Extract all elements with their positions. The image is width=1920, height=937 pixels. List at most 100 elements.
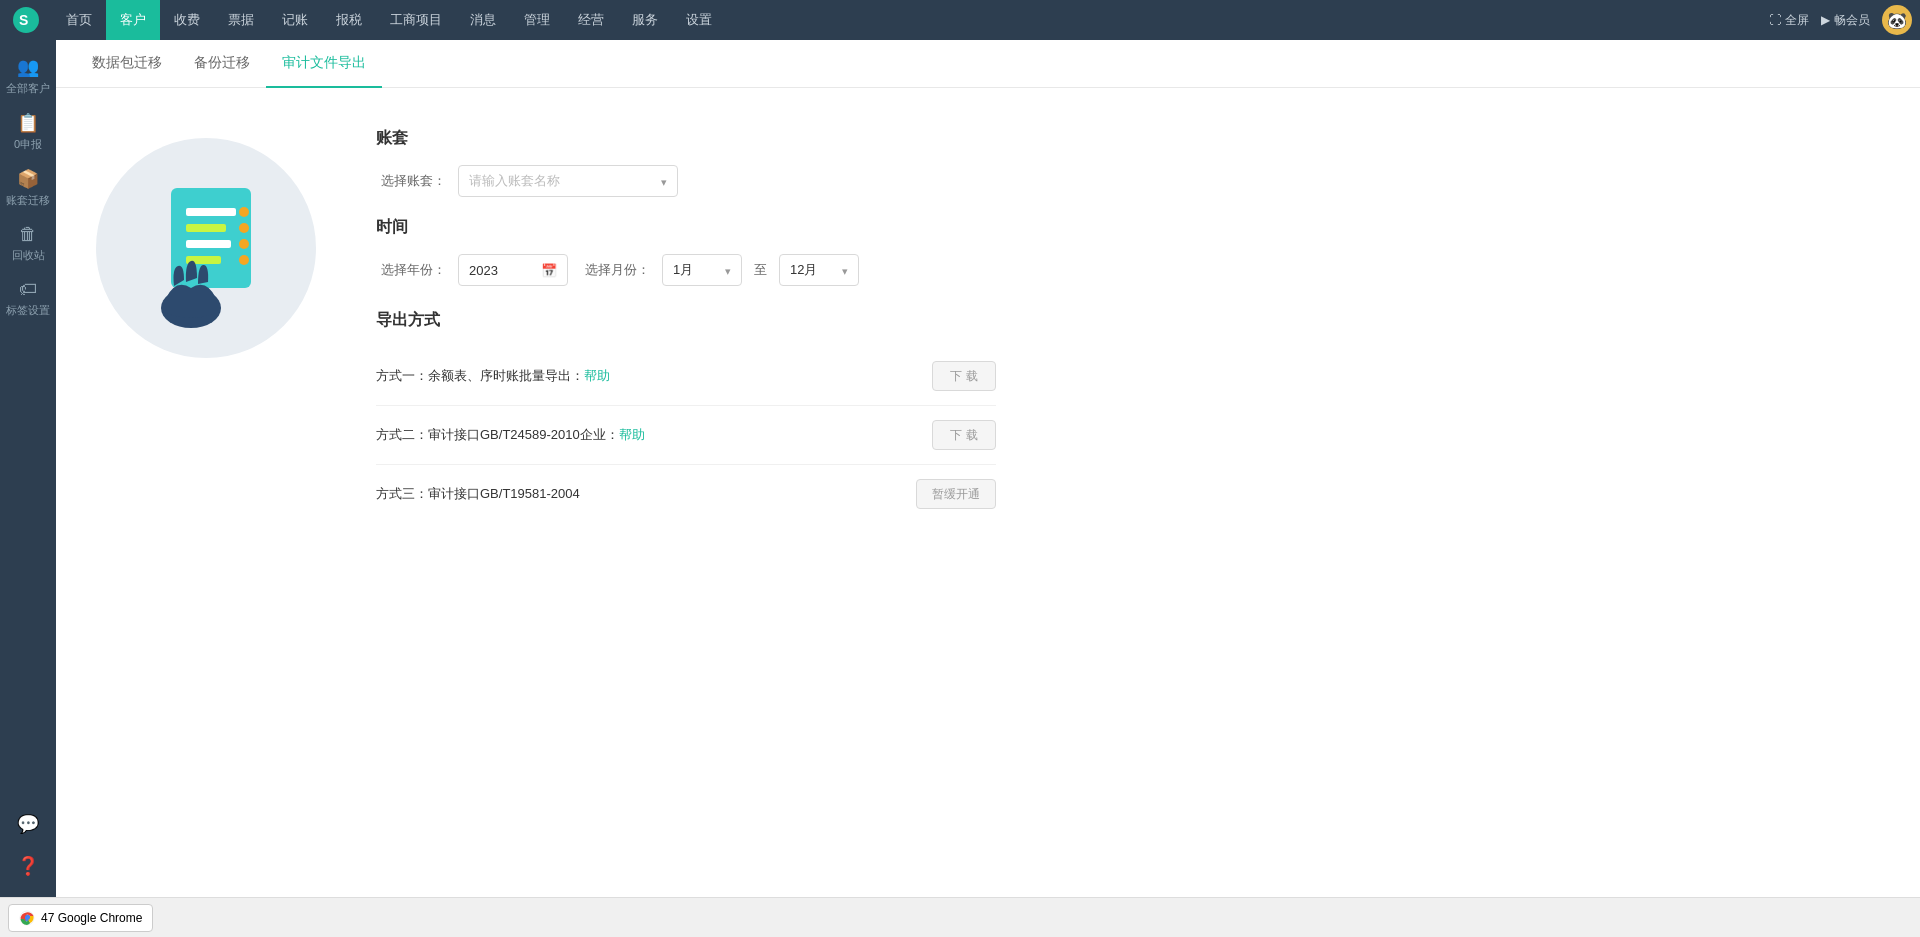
nav-client[interactable]: 客户: [106, 0, 160, 40]
main-layout: 👥 全部客户 📋 0申报 📦 账套迁移 🗑 回收站 🏷 标签设置 💬 ❓: [0, 40, 1920, 897]
svg-point-7: [239, 207, 249, 217]
vip-button[interactable]: ▶ 畅会员: [1821, 12, 1870, 29]
play-icon: ▶: [1821, 13, 1830, 27]
year-label: 选择年份：: [376, 261, 446, 279]
form-container: 账套 选择账套： 请输入账套名称 时间 选择年份： 2023: [96, 118, 996, 523]
svg-text:S: S: [19, 12, 28, 28]
account-select[interactable]: 请输入账套名称: [458, 165, 678, 197]
start-month-select[interactable]: 1月: [662, 254, 742, 286]
tab-audit-export[interactable]: 审计文件导出: [266, 40, 382, 88]
export-method-2-download-button[interactable]: 下 载: [932, 420, 996, 450]
nav-settings[interactable]: 设置: [672, 0, 726, 40]
calendar-icon: 📅: [541, 263, 557, 278]
taskbar: 47 Google Chrome: [0, 897, 1920, 937]
export-method-3-row: 方式三：审计接口GB/T19581-2004 暂缓开通: [376, 465, 996, 523]
nav-operation[interactable]: 经营: [564, 0, 618, 40]
nav-home[interactable]: 首页: [52, 0, 106, 40]
export-section-title: 导出方式: [376, 310, 996, 331]
chevron-down-icon: [842, 263, 848, 278]
export-method-1-help[interactable]: 帮助: [584, 368, 610, 383]
vip-label: 畅会员: [1834, 12, 1870, 29]
nav-manage[interactable]: 管理: [510, 0, 564, 40]
export-method-1-download-button[interactable]: 下 载: [932, 361, 996, 391]
top-nav: S 首页 客户 收费 票据 记账 报税 工商项目 消息 管理 经营 服务 设置 …: [0, 0, 1920, 40]
content-area: 数据包迁移 备份迁移 审计文件导出: [56, 40, 1920, 897]
export-method-2-help[interactable]: 帮助: [619, 427, 645, 442]
top-nav-items: 首页 客户 收费 票据 记账 报税 工商项目 消息 管理 经营 服务 设置: [52, 0, 1769, 40]
export-method-3-text: 方式三：审计接口GB/T19581-2004: [376, 486, 580, 501]
fullscreen-button[interactable]: ⛶ 全屏: [1769, 12, 1809, 29]
end-month-value: 12月: [790, 261, 817, 279]
nav-bookkeeping[interactable]: 记账: [268, 0, 322, 40]
sidebar-item-label: 0申报: [14, 137, 42, 152]
sidebar: 👥 全部客户 📋 0申报 📦 账套迁移 🗑 回收站 🏷 标签设置 💬 ❓: [0, 40, 56, 897]
right-form: 账套 选择账套： 请输入账套名称 时间 选择年份： 2023: [376, 118, 996, 523]
year-value: 2023: [469, 263, 498, 278]
all-clients-icon: 👥: [17, 56, 39, 78]
fullscreen-icon: ⛶: [1769, 13, 1781, 27]
svg-rect-5: [186, 240, 231, 248]
export-method-3-open-button[interactable]: 暂缓开通: [916, 479, 996, 509]
sidebar-bottom: 💬 ❓: [0, 805, 56, 897]
export-method-2-row: 方式二：审计接口GB/T24589-2010企业：帮助 下 载: [376, 406, 996, 465]
nav-tax[interactable]: 报税: [322, 0, 376, 40]
tag-settings-icon: 🏷: [19, 279, 37, 300]
chat-icon: 💬: [17, 813, 39, 835]
zero-declaration-icon: 📋: [17, 112, 39, 134]
start-month-value: 1月: [673, 261, 693, 279]
sidebar-item-label: 账套迁移: [6, 193, 50, 208]
chevron-down-icon: [725, 263, 731, 278]
sidebar-item-account-migration[interactable]: 📦 账套迁移: [0, 160, 56, 216]
year-input[interactable]: 2023 📅: [458, 254, 568, 286]
sidebar-item-zero-declaration[interactable]: 📋 0申报: [0, 104, 56, 160]
taskbar-chrome-item[interactable]: 47 Google Chrome: [8, 904, 153, 932]
export-method-1-row: 方式一：余额表、序时账批量导出：帮助 下 载: [376, 347, 996, 406]
taskbar-chrome-label: 47 Google Chrome: [41, 911, 142, 925]
nav-fee[interactable]: 收费: [160, 0, 214, 40]
chrome-icon: [19, 910, 35, 926]
export-method-1-text: 方式一：余额表、序时账批量导出：: [376, 368, 584, 383]
sidebar-item-tag-settings[interactable]: 🏷 标签设置: [0, 271, 56, 326]
end-month-select[interactable]: 12月: [779, 254, 859, 286]
sidebar-item-label: 标签设置: [6, 303, 50, 318]
month-label: 选择月份：: [580, 261, 650, 279]
nav-service[interactable]: 服务: [618, 0, 672, 40]
svg-point-9: [239, 239, 249, 249]
to-label: 至: [754, 261, 767, 279]
export-method-2-label: 方式二：审计接口GB/T24589-2010企业：帮助: [376, 426, 916, 444]
avatar[interactable]: 🐼: [1882, 5, 1912, 35]
chevron-down-icon: [661, 174, 667, 189]
nav-message[interactable]: 消息: [456, 0, 510, 40]
sidebar-item-label: 全部客户: [6, 81, 50, 96]
svg-rect-3: [186, 208, 236, 216]
fullscreen-label: 全屏: [1785, 12, 1809, 29]
tab-backup-migration[interactable]: 备份迁移: [178, 40, 266, 88]
top-nav-right: ⛶ 全屏 ▶ 畅会员 🐼: [1769, 5, 1912, 35]
account-migration-icon: 📦: [17, 168, 39, 190]
tab-data-migration[interactable]: 数据包迁移: [76, 40, 178, 88]
page-content: 账套 选择账套： 请输入账套名称 时间 选择年份： 2023: [56, 88, 1920, 897]
nav-invoice[interactable]: 票据: [214, 0, 268, 40]
account-form-row: 选择账套： 请输入账套名称: [376, 165, 996, 197]
nav-business[interactable]: 工商项目: [376, 0, 456, 40]
illustration: [96, 138, 316, 358]
time-section-title: 时间: [376, 217, 996, 238]
sidebar-chat-button[interactable]: 💬: [0, 805, 56, 843]
help-icon: ❓: [17, 855, 39, 877]
svg-rect-4: [186, 224, 226, 232]
export-method-3-label: 方式三：审计接口GB/T19581-2004: [376, 485, 900, 503]
sidebar-item-all-clients[interactable]: 👥 全部客户: [0, 48, 56, 104]
sidebar-item-recycle-bin[interactable]: 🗑 回收站: [0, 216, 56, 271]
export-method-2-text: 方式二：审计接口GB/T24589-2010企业：: [376, 427, 619, 442]
tab-bar: 数据包迁移 备份迁移 审计文件导出: [56, 40, 1920, 88]
account-label: 选择账套：: [376, 172, 446, 190]
app-logo[interactable]: S: [8, 2, 44, 38]
sidebar-item-label: 回收站: [12, 248, 45, 263]
svg-point-8: [239, 223, 249, 233]
sidebar-help-button[interactable]: ❓: [0, 847, 56, 885]
time-form-row: 选择年份： 2023 📅 选择月份： 1月 至 12月: [376, 254, 996, 286]
recycle-bin-icon: 🗑: [19, 224, 37, 245]
account-placeholder: 请输入账套名称: [469, 172, 560, 190]
export-method-1-label: 方式一：余额表、序时账批量导出：帮助: [376, 367, 916, 385]
account-section-title: 账套: [376, 128, 996, 149]
